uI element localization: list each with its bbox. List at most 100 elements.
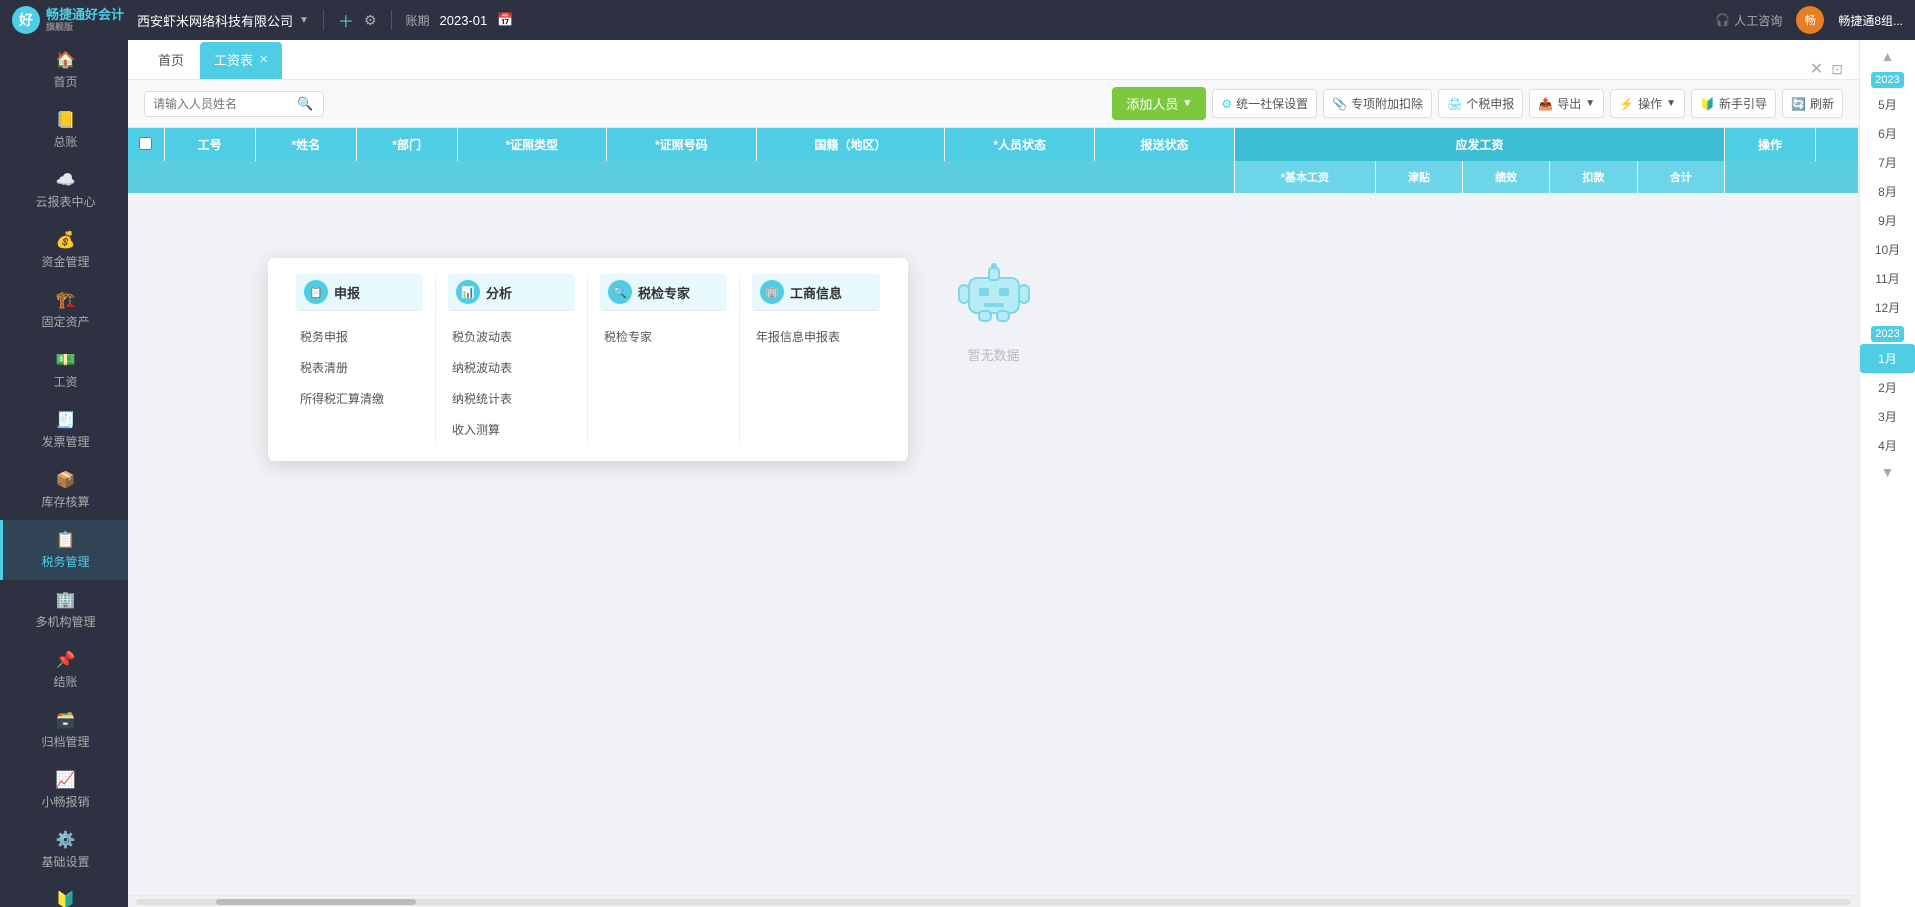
menu-item-tax-burden[interactable]: 税负波动表	[448, 321, 575, 352]
month-item-3[interactable]: 3月	[1860, 402, 1915, 431]
company-selector[interactable]: 西安虾米网络科技有限公司 ▼	[137, 11, 309, 30]
social-security-button[interactable]: ⚙ 统一社保设置	[1212, 89, 1317, 118]
taxexpert-icon: 🔍	[608, 280, 632, 304]
personal-tax-label: 个税申报	[1466, 95, 1514, 112]
export-button[interactable]: 📤 导出 ▼	[1529, 89, 1604, 118]
guide-icon: 🔰	[56, 890, 76, 907]
menu-item-annual-report[interactable]: 年报信息申报表	[752, 321, 880, 352]
guide-button[interactable]: 🔰 新手引导	[1691, 89, 1776, 118]
menu-item-tax-declare[interactable]: 税务申报	[296, 321, 423, 352]
special-deduction-button[interactable]: 📎 专项附加扣除	[1323, 89, 1432, 118]
window-restore-icon[interactable]: ⊡	[1831, 61, 1843, 78]
bottom-scrollbar[interactable]	[128, 895, 1859, 907]
sidebar-item-label: 总账	[53, 133, 77, 150]
user-name[interactable]: 畅捷通8组...	[1838, 12, 1903, 29]
personal-tax-button[interactable]: 🖨 个税申报	[1438, 89, 1523, 118]
sidebar-item-multiorg[interactable]: 🏢 多机构管理	[0, 580, 128, 640]
calendar-icon[interactable]: 📅	[497, 12, 513, 28]
th-checkbox[interactable]	[128, 128, 164, 161]
operations-button[interactable]: ⚡ 操作 ▼	[1610, 89, 1685, 118]
tab-close-icon[interactable]: ✕	[259, 53, 268, 66]
month-item-1[interactable]: 1月	[1860, 344, 1915, 373]
sidebar-item-label: 税务管理	[41, 553, 89, 570]
divider2	[391, 10, 392, 30]
month-item-10[interactable]: 10月	[1860, 235, 1915, 264]
sidebar-item-home[interactable]: 🏠 首页	[0, 40, 128, 100]
right-sidebar: ▲ 2023 5月 6月 7月 8月 9月 10月 11月 12月 2023 1…	[1859, 40, 1915, 907]
sidebar-item-guide[interactable]: 🔰 新手引导	[0, 880, 128, 907]
sidebar-item-salary[interactable]: 💵 工资	[0, 340, 128, 400]
archive-icon: 🗃️	[56, 710, 76, 730]
sidebar-item-assets[interactable]: 🏗️ 固定资产	[0, 280, 128, 340]
sidebar-item-ledger[interactable]: 📒 总账	[0, 100, 128, 160]
dropdown-menu: 📋 申报 税务申报 税表清册 所得税汇算清缴 📊 分析 税负波动表 纳税波动表 …	[268, 258, 908, 461]
tab-home[interactable]: 首页	[144, 42, 198, 79]
data-table: 工号 *姓名 *部门 *证照类型 *证照号码 国籍（地区） *人员状态 报送状态…	[128, 128, 1859, 193]
multiorg-icon: 🏢	[56, 590, 76, 610]
sidebar-item-label: 发票管理	[41, 433, 89, 450]
sidebar-item-tax[interactable]: 📋 税务管理	[0, 520, 128, 580]
sidebar-item-label: 云报表中心	[35, 193, 95, 210]
scroll-thumb[interactable]	[216, 899, 416, 905]
export-dropdown-icon: ▼	[1585, 98, 1595, 109]
sidebar-item-label: 固定资产	[41, 313, 89, 330]
month-item-5[interactable]: 5月	[1860, 90, 1915, 119]
month-item-4[interactable]: 4月	[1860, 431, 1915, 460]
select-all-checkbox[interactable]	[139, 137, 152, 150]
menu-section-taxexpert: 🔍 税检专家 税检专家	[588, 274, 740, 445]
search-input[interactable]	[153, 97, 293, 111]
social-security-icon: ⚙	[1221, 97, 1232, 111]
menu-item-taxpay-fluctuation[interactable]: 纳税波动表	[448, 352, 575, 383]
special-deduction-icon: 📎	[1332, 97, 1347, 111]
menu-item-income-estimate[interactable]: 收入测算	[448, 414, 575, 445]
sidebar-item-basic[interactable]: ⚙️ 基础设置	[0, 820, 128, 880]
month-item-2[interactable]: 2月	[1860, 373, 1915, 402]
month-item-8[interactable]: 8月	[1860, 177, 1915, 206]
settings-icon[interactable]: ⚙	[364, 12, 377, 29]
th-deduction: 扣款	[1550, 161, 1637, 193]
window-close-icon[interactable]: ✕	[1810, 59, 1823, 79]
menu-item-taxpay-stats[interactable]: 纳税统计表	[448, 383, 575, 414]
add-company-button[interactable]: ＋	[338, 8, 354, 32]
operations-label: 操作	[1638, 95, 1662, 112]
menu-section-declaration-header: 📋 申报	[296, 274, 423, 311]
inventory-icon: 📦	[56, 470, 76, 490]
month-item-9[interactable]: 9月	[1860, 206, 1915, 235]
month-item-11[interactable]: 11月	[1860, 264, 1915, 293]
sidebar-item-cloud[interactable]: ☁️ 云报表中心	[0, 160, 128, 220]
service-button[interactable]: 🎧 人工咨询	[1715, 12, 1782, 29]
month-item-6[interactable]: 6月	[1860, 119, 1915, 148]
menu-section-declaration-title: 申报	[334, 283, 360, 302]
menu-item-income-tax-clearing[interactable]: 所得税汇算清缴	[296, 383, 423, 414]
empty-text: 暂无数据	[967, 345, 1019, 364]
refresh-button[interactable]: 🔄 刷新	[1782, 89, 1843, 118]
month-nav-up-icon[interactable]: ▲	[1877, 44, 1899, 68]
refresh-label: 刷新	[1810, 95, 1834, 112]
guide-label: 新手引导	[1719, 95, 1767, 112]
salary-icon: 💵	[56, 350, 76, 370]
menu-item-tax-register[interactable]: 税表清册	[296, 352, 423, 383]
month-nav-down-icon[interactable]: ▼	[1877, 460, 1899, 484]
month-item-12[interactable]: 12月	[1860, 293, 1915, 322]
th-performance: 绩效	[1463, 161, 1550, 193]
add-person-button[interactable]: 添加人员 ▼	[1112, 87, 1206, 120]
top-bar: 好 畅捷通好会计 旗舰版 西安虾米网络科技有限公司 ▼ ＋ ⚙ 账期 2023-…	[0, 0, 1915, 40]
th-id: 工号	[164, 128, 255, 161]
sidebar-item-fund[interactable]: 💰 资金管理	[0, 220, 128, 280]
sidebar-item-close[interactable]: 📌 结账	[0, 640, 128, 700]
sidebar-item-invoice[interactable]: 🧾 发票管理	[0, 400, 128, 460]
xiaochang-icon: 📈	[56, 770, 76, 790]
sidebar-item-xiaochang[interactable]: 📈 小畅报销	[0, 760, 128, 820]
sidebar-item-archive[interactable]: 🗃️ 归档管理	[0, 700, 128, 760]
month-item-7[interactable]: 7月	[1860, 148, 1915, 177]
service-label: 人工咨询	[1734, 12, 1782, 29]
menu-section-analysis-title: 分析	[486, 283, 512, 302]
close-period-icon: 📌	[56, 650, 76, 670]
th-total: 合计	[1637, 161, 1724, 193]
th-base-salary: *基本工资	[1235, 161, 1376, 193]
sidebar-item-inventory[interactable]: 📦 库存核算	[0, 460, 128, 520]
basic-icon: ⚙️	[56, 830, 76, 850]
tab-salary[interactable]: 工资表 ✕	[200, 42, 282, 79]
search-icon: 🔍	[297, 96, 313, 112]
menu-item-taxexpert[interactable]: 税检专家	[600, 321, 727, 352]
